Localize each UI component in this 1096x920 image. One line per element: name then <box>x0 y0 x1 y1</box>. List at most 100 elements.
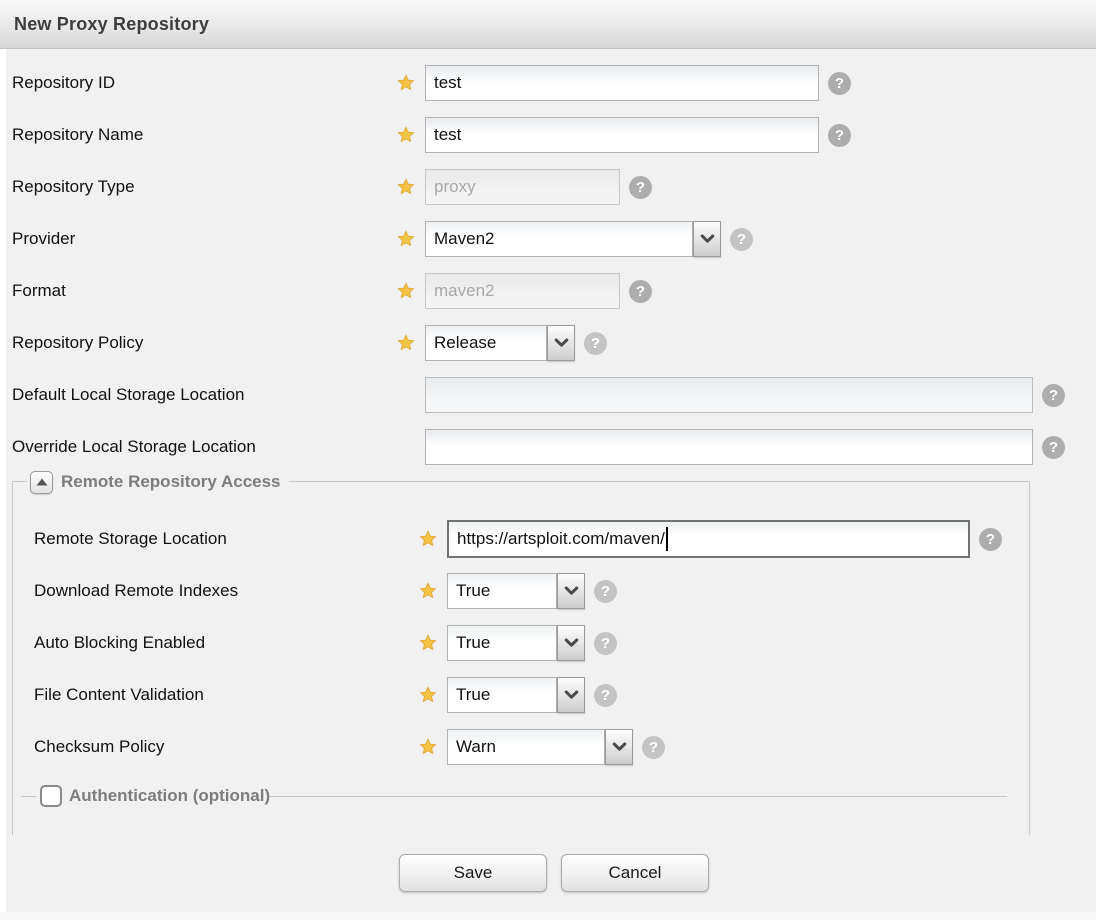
remote-repository-access-legend: Remote Repository Access <box>27 469 289 495</box>
row-repository-type: Repository Type ? <box>12 169 1096 205</box>
help-icon[interactable]: ? <box>584 331 607 355</box>
help-icon[interactable]: ? <box>1042 383 1065 407</box>
row-provider: Provider Maven2 ? <box>12 221 1096 257</box>
row-repository-name: Repository Name ? <box>12 117 1096 153</box>
checksum-policy-value[interactable]: Warn <box>447 729 605 765</box>
file-content-validation-label: File Content Validation <box>34 685 204 704</box>
required-star-icon <box>419 634 437 651</box>
row-download-remote-indexes: Download Remote Indexes True ? <box>34 573 1029 609</box>
triangle-up-icon <box>36 478 47 486</box>
provider-select[interactable]: Maven2 <box>425 221 721 257</box>
repository-type-input <box>425 169 620 205</box>
remote-repository-access-fieldset: Remote Repository Access Remote Storage … <box>12 469 1030 835</box>
required-star-icon <box>397 178 415 195</box>
dropdown-trigger-button[interactable] <box>605 729 633 765</box>
chevron-down-icon <box>564 690 578 699</box>
help-icon[interactable]: ? <box>979 527 1002 551</box>
required-star-icon <box>397 126 415 143</box>
override-local-storage-label: Override Local Storage Location <box>12 437 256 456</box>
repository-id-label: Repository ID <box>12 73 115 92</box>
save-button[interactable]: Save <box>399 854 547 892</box>
remote-storage-location-label: Remote Storage Location <box>34 529 227 548</box>
required-star-icon <box>397 334 415 351</box>
repository-policy-value[interactable]: Release <box>425 325 547 361</box>
fieldset-legend-label: Remote Repository Access <box>61 472 281 491</box>
row-checksum-policy: Checksum Policy Warn ? <box>34 729 1029 765</box>
help-icon[interactable]: ? <box>594 579 617 603</box>
chevron-down-icon <box>564 586 578 595</box>
repository-policy-label: Repository Policy <box>12 333 144 352</box>
repository-type-label: Repository Type <box>12 177 135 196</box>
text-cursor <box>665 527 668 551</box>
provider-value[interactable]: Maven2 <box>425 221 693 257</box>
authentication-checkbox[interactable] <box>40 785 62 807</box>
chevron-down-icon <box>554 338 568 347</box>
cancel-button[interactable]: Cancel <box>561 854 709 892</box>
row-repository-policy: Repository Policy Release ? <box>12 325 1096 361</box>
repository-id-input[interactable] <box>425 65 819 101</box>
required-star-icon <box>419 582 437 599</box>
dropdown-trigger-button[interactable] <box>557 573 585 609</box>
repository-policy-select[interactable]: Release <box>425 325 575 361</box>
page-title: New Proxy Repository <box>14 13 210 34</box>
help-icon[interactable]: ? <box>642 735 665 759</box>
collapse-fieldset-button[interactable] <box>30 470 53 494</box>
override-local-storage-input[interactable] <box>425 429 1033 465</box>
row-auto-blocking-enabled: Auto Blocking Enabled True ? <box>34 625 1029 661</box>
required-star-icon <box>419 686 437 703</box>
row-file-content-validation: File Content Validation True ? <box>34 677 1029 713</box>
form-panel: Repository ID ? Repository Name ? Reposi… <box>6 49 1096 912</box>
help-icon[interactable]: ? <box>629 279 652 303</box>
help-icon[interactable]: ? <box>594 631 617 655</box>
row-remote-storage-location: Remote Storage Location https://artsploi… <box>34 520 1029 558</box>
chevron-down-icon <box>612 742 626 751</box>
required-star-icon <box>419 738 437 755</box>
checksum-policy-label: Checksum Policy <box>34 737 165 756</box>
help-icon[interactable]: ? <box>594 683 617 707</box>
authentication-fieldset-legend: Authentication (optional) <box>21 783 1029 809</box>
download-remote-indexes-label: Download Remote Indexes <box>34 581 239 600</box>
default-local-storage-label: Default Local Storage Location <box>12 385 245 404</box>
checksum-policy-select[interactable]: Warn <box>447 729 633 765</box>
download-remote-indexes-select[interactable]: True <box>447 573 585 609</box>
fieldset-border-line <box>270 795 1007 797</box>
panel-bottom-edge <box>0 912 1096 920</box>
format-input <box>425 273 620 309</box>
chevron-down-icon <box>700 234 714 243</box>
row-override-local-storage: Override Local Storage Location ? <box>12 429 1096 465</box>
dropdown-trigger-button[interactable] <box>557 677 585 713</box>
chevron-down-icon <box>564 638 578 647</box>
help-icon[interactable]: ? <box>828 71 851 95</box>
fieldset-border-line <box>21 795 36 797</box>
panel-header: New Proxy Repository <box>0 0 1096 49</box>
help-icon[interactable]: ? <box>730 227 753 251</box>
button-toolbar: Save Cancel <box>12 854 1096 892</box>
download-remote-indexes-value[interactable]: True <box>447 573 557 609</box>
dropdown-trigger-button[interactable] <box>547 325 575 361</box>
row-repository-id: Repository ID ? <box>12 65 1096 101</box>
auto-blocking-enabled-label: Auto Blocking Enabled <box>34 633 206 652</box>
file-content-validation-select[interactable]: True <box>447 677 585 713</box>
row-default-local-storage: Default Local Storage Location ? <box>12 377 1096 413</box>
required-star-icon <box>397 230 415 247</box>
repository-name-input[interactable] <box>425 117 819 153</box>
help-icon[interactable]: ? <box>828 123 851 147</box>
remote-storage-location-input[interactable]: https://artsploit.com/maven/ <box>447 520 970 558</box>
help-icon[interactable]: ? <box>1042 435 1065 459</box>
auto-blocking-enabled-value[interactable]: True <box>447 625 557 661</box>
file-content-validation-value[interactable]: True <box>447 677 557 713</box>
default-local-storage-input <box>425 377 1033 413</box>
required-star-icon <box>397 282 415 299</box>
format-label: Format <box>12 281 66 300</box>
required-star-icon <box>419 530 437 547</box>
provider-label: Provider <box>12 229 76 248</box>
dropdown-trigger-button[interactable] <box>693 221 721 257</box>
authentication-legend-label: Authentication (optional) <box>69 786 271 805</box>
remote-storage-location-value: https://artsploit.com/maven/ <box>457 529 665 548</box>
dropdown-trigger-button[interactable] <box>557 625 585 661</box>
help-icon[interactable]: ? <box>629 175 652 199</box>
repository-name-label: Repository Name <box>12 125 144 144</box>
row-format: Format ? <box>12 273 1096 309</box>
required-star-icon <box>397 74 415 91</box>
auto-blocking-enabled-select[interactable]: True <box>447 625 585 661</box>
